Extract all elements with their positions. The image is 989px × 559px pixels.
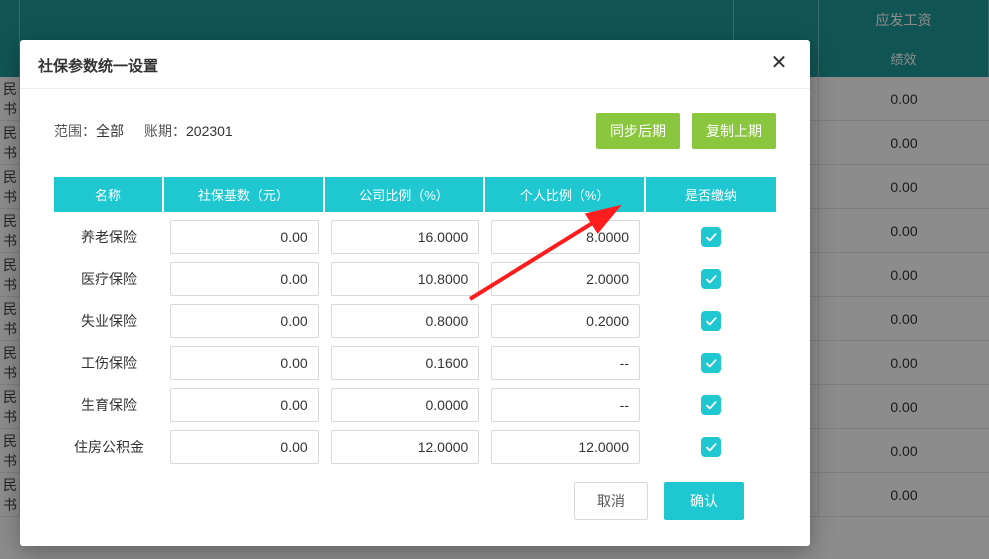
table-row: 养老保险 [54,220,776,254]
base-input[interactable] [170,220,319,254]
enabled-checkbox[interactable] [701,227,721,247]
base-input[interactable] [170,346,319,380]
enabled-checkbox[interactable] [701,311,721,331]
person-input[interactable] [491,304,640,338]
base-input[interactable] [170,388,319,422]
social-insurance-modal: 社保参数统一设置 ✕ 范围：全部 账期：202301 同步后期 复制上期 名 [20,40,810,546]
table-row: 医疗保险 [54,262,776,296]
row-name: 医疗保险 [54,262,164,296]
cancel-button[interactable]: 取消 [574,482,648,520]
modal-title: 社保参数统一设置 [38,55,158,76]
person-input[interactable] [491,388,640,422]
period-value: 202301 [186,123,233,139]
person-input[interactable] [491,220,640,254]
company-input[interactable] [331,262,480,296]
enabled-checkbox[interactable] [701,353,721,373]
base-input[interactable] [170,304,319,338]
person-input[interactable] [491,262,640,296]
company-input[interactable] [331,304,480,338]
row-name: 养老保险 [54,220,164,254]
confirm-button[interactable]: 确认 [664,482,744,520]
row-name: 失业保险 [54,304,164,338]
th-name: 名称 [54,177,164,212]
row-name: 工伤保险 [54,346,164,380]
base-input[interactable] [170,430,319,464]
copy-previous-button[interactable]: 复制上期 [692,113,776,149]
table-row: 生育保险 [54,388,776,422]
close-button[interactable]: ✕ [768,54,790,76]
enabled-checkbox[interactable] [701,269,721,289]
table-row: 住房公积金 [54,430,776,464]
row-name: 生育保险 [54,388,164,422]
base-input[interactable] [170,262,319,296]
company-input[interactable] [331,430,480,464]
enabled-checkbox[interactable] [701,395,721,415]
th-base: 社保基数（元） [164,177,325,212]
insurance-table: 名称 社保基数（元） 公司比例（%） 个人比例（%） 是否缴纳 养老保险医疗保险… [54,169,776,472]
person-input[interactable] [491,430,640,464]
company-input[interactable] [331,346,480,380]
company-input[interactable] [331,220,480,254]
th-enabled: 是否缴纳 [646,177,776,212]
sync-later-button[interactable]: 同步后期 [596,113,680,149]
range-value: 全部 [96,123,124,139]
table-row: 工伤保险 [54,346,776,380]
th-person: 个人比例（%） [485,177,646,212]
scope-period-row: 范围：全部 账期：202301 同步后期 复制上期 [54,113,776,149]
table-row: 失业保险 [54,304,776,338]
period-label: 账期： [144,123,186,139]
enabled-checkbox[interactable] [701,437,721,457]
close-icon: ✕ [771,52,788,74]
company-input[interactable] [331,388,480,422]
th-company: 公司比例（%） [325,177,486,212]
row-name: 住房公积金 [54,430,164,464]
range-label: 范围： [54,123,96,139]
person-input[interactable] [491,346,640,380]
